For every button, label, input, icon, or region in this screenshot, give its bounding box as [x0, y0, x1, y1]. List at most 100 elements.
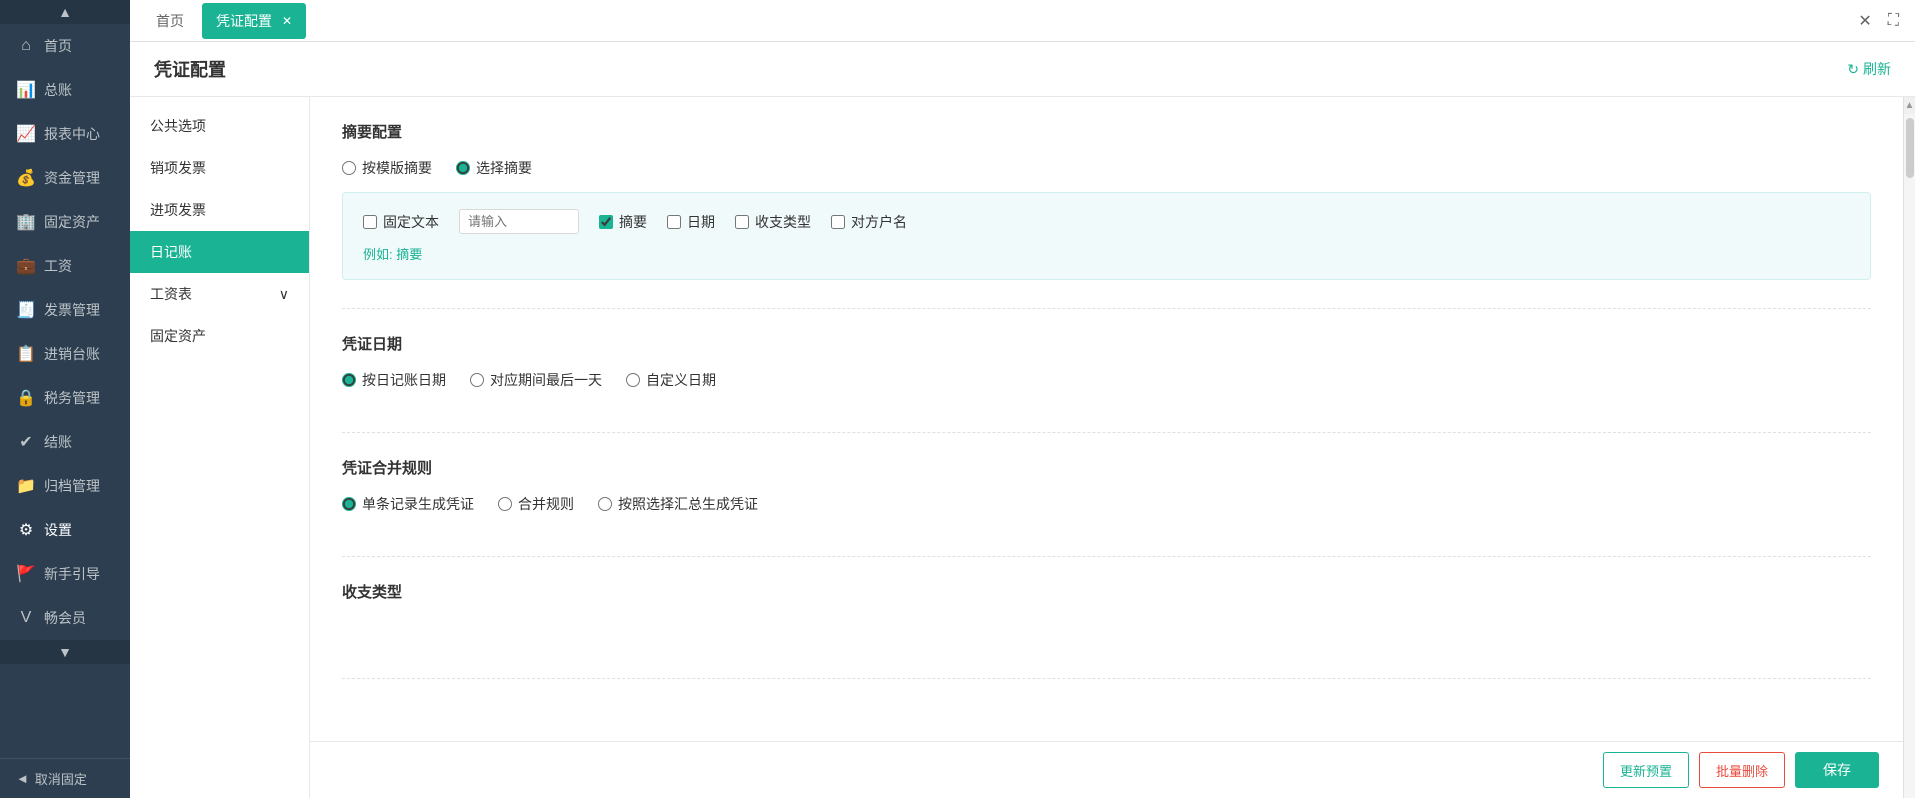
radio-by-journal-date[interactable]: 按日记账日期	[342, 370, 446, 390]
voucher-date-radio-group: 按日记账日期 对应期间最后一天 自定义日期	[342, 370, 1871, 390]
left-nav-payroll[interactable]: 工资表 ∨	[130, 273, 309, 315]
ledger-icon: 📊	[16, 80, 36, 100]
checkbox-fixed-text[interactable]: 固定文本	[363, 212, 439, 232]
sidebar-item-home-label: 首页	[44, 36, 72, 56]
radio-select-summary-label: 选择摘要	[476, 158, 532, 178]
checkbox-summary-input[interactable]	[599, 215, 613, 229]
report-icon: 📈	[16, 124, 36, 144]
main-area: 首页 凭证配置 ✕ ✕ ⛶ 凭证配置 ↻ 刷新 公共选项	[130, 0, 1915, 798]
inner-layout: 公共选项 销项发票 进项发票 日记账 工资表 ∨ 固定资产	[130, 97, 1915, 798]
radio-select-summary[interactable]: 选择摘要	[456, 158, 532, 178]
sidebar-item-asset-label: 固定资产	[44, 212, 100, 232]
sidebar-item-salary-label: 工资	[44, 256, 72, 276]
section-summary-title: 摘要配置	[342, 121, 1871, 142]
left-nav-journal[interactable]: 日记账	[130, 231, 309, 273]
left-nav-fixed-assets[interactable]: 固定资产	[130, 315, 309, 357]
summary-example: 例如: 摘要	[363, 244, 1850, 263]
checkbox-fixed-text-label: 固定文本	[383, 212, 439, 232]
checkbox-counterpart-input[interactable]	[831, 215, 845, 229]
checkbox-income-type[interactable]: 收支类型	[735, 212, 811, 232]
chevron-down-icon: ∨	[279, 286, 289, 303]
radio-merge-rule-input[interactable]	[498, 497, 512, 511]
checkbox-date-label: 日期	[687, 212, 715, 232]
tab-voucher-label: 凭证配置	[216, 11, 272, 31]
window-maximize-button[interactable]: ⛶	[1884, 8, 1903, 34]
radio-single-record[interactable]: 单条记录生成凭证	[342, 494, 474, 514]
scroll-up-arrow[interactable]: ▲	[1904, 97, 1915, 114]
sidebar-item-invoice-label: 发票管理	[44, 300, 100, 320]
sidebar-item-ledger[interactable]: 📊 总账	[0, 68, 130, 112]
sidebar-item-asset[interactable]: 🏢 固定资产	[0, 200, 130, 244]
sidebar-item-settings-label: 设置	[44, 520, 72, 540]
tab-home[interactable]: 首页	[142, 3, 198, 39]
scrollbar[interactable]: ▲	[1903, 97, 1915, 798]
window-close-button[interactable]: ✕	[1854, 7, 1875, 35]
tab-voucher[interactable]: 凭证配置 ✕	[202, 3, 306, 39]
batch-delete-button[interactable]: 批量删除	[1699, 752, 1785, 788]
checkbox-income-type-label: 收支类型	[755, 212, 811, 232]
left-nav-public[interactable]: 公共选项	[130, 105, 309, 147]
bottom-actions: 更新预置 批量删除 保存	[310, 741, 1903, 798]
sidebar-item-member[interactable]: V 畅会员	[0, 596, 130, 640]
unpin-icon: ◄	[16, 771, 29, 786]
radio-by-selection-input[interactable]	[598, 497, 612, 511]
tab-voucher-close[interactable]: ✕	[282, 14, 292, 28]
left-nav-purchase-invoice-label: 进项发票	[150, 200, 206, 220]
right-content: 摘要配置 按模版摘要 选择摘要	[310, 97, 1903, 798]
radio-template-summary-input[interactable]	[342, 161, 356, 175]
sidebar-item-purchase-sales-label: 进销台账	[44, 344, 100, 364]
sidebar-item-guide[interactable]: 🚩 新手引导	[0, 552, 130, 596]
scroll-thumb[interactable]	[1906, 118, 1914, 178]
radio-custom-date-input[interactable]	[626, 373, 640, 387]
radio-merge-rule-label: 合并规则	[518, 494, 574, 514]
sidebar-scroll-down[interactable]: ▼	[0, 640, 130, 664]
section-summary: 摘要配置 按模版摘要 选择摘要	[342, 121, 1871, 309]
checkbox-summary[interactable]: 摘要	[599, 212, 647, 232]
sidebar-item-home[interactable]: ⌂ 首页	[0, 24, 130, 68]
sidebar-item-fund-label: 资金管理	[44, 168, 100, 188]
sidebar-item-close[interactable]: ✔ 结账	[0, 420, 130, 464]
radio-merge-rule[interactable]: 合并规则	[498, 494, 574, 514]
section-voucher-date: 凭证日期 按日记账日期 对应期间最后一天	[342, 333, 1871, 433]
sidebar-item-purchase-sales[interactable]: 📋 进销台账	[0, 332, 130, 376]
radio-last-day-period-input[interactable]	[470, 373, 484, 387]
tab-home-label: 首页	[156, 11, 184, 31]
radio-by-selection-label: 按照选择汇总生成凭证	[618, 494, 758, 514]
checkbox-date[interactable]: 日期	[667, 212, 715, 232]
radio-select-summary-input[interactable]	[456, 161, 470, 175]
checkbox-fixed-text-input[interactable]	[363, 215, 377, 229]
guide-icon: 🚩	[16, 564, 36, 584]
radio-template-summary[interactable]: 按模版摘要	[342, 158, 432, 178]
sidebar-item-tax[interactable]: 🔒 税务管理	[0, 376, 130, 420]
checkbox-date-input[interactable]	[667, 215, 681, 229]
sidebar-item-salary[interactable]: 💼 工资	[0, 244, 130, 288]
salary-icon: 💼	[16, 256, 36, 276]
checkbox-summary-label: 摘要	[619, 212, 647, 232]
refresh-button[interactable]: ↻ 刷新	[1847, 59, 1891, 79]
checkbox-income-type-input[interactable]	[735, 215, 749, 229]
radio-last-day-period[interactable]: 对应期间最后一天	[470, 370, 602, 390]
checkbox-counterpart[interactable]: 对方户名	[831, 212, 907, 232]
radio-single-record-input[interactable]	[342, 497, 356, 511]
sidebar-item-invoice-mgmt[interactable]: 🧾 发票管理	[0, 288, 130, 332]
radio-by-selection[interactable]: 按照选择汇总生成凭证	[598, 494, 758, 514]
fixed-text-input[interactable]	[459, 209, 579, 234]
left-nav-purchase-invoice[interactable]: 进项发票	[130, 189, 309, 231]
sidebar-item-report[interactable]: 📈 报表中心	[0, 112, 130, 156]
sidebar-item-close-label: 结账	[44, 432, 72, 452]
sidebar-item-settings[interactable]: ⚙ 设置	[0, 508, 130, 552]
sidebar-item-archive[interactable]: 📁 归档管理	[0, 464, 130, 508]
summary-config-box: 固定文本 摘要 日期	[342, 192, 1871, 280]
sidebar-item-ledger-label: 总账	[44, 80, 72, 100]
radio-custom-date[interactable]: 自定义日期	[626, 370, 716, 390]
invoice-mgmt-icon: 🧾	[16, 300, 36, 320]
radio-by-journal-date-input[interactable]	[342, 373, 356, 387]
sidebar-scroll-up[interactable]: ▲	[0, 0, 130, 24]
sidebar-unpin-button[interactable]: ◄ 取消固定	[0, 758, 130, 798]
update-preview-button[interactable]: 更新预置	[1603, 752, 1689, 788]
sidebar-item-fund[interactable]: 💰 资金管理	[0, 156, 130, 200]
section-voucher-date-title: 凭证日期	[342, 333, 1871, 354]
save-button[interactable]: 保存	[1795, 752, 1879, 788]
section-merge-rule-title: 凭证合并规则	[342, 457, 1871, 478]
left-nav-sales-invoice[interactable]: 销项发票	[130, 147, 309, 189]
